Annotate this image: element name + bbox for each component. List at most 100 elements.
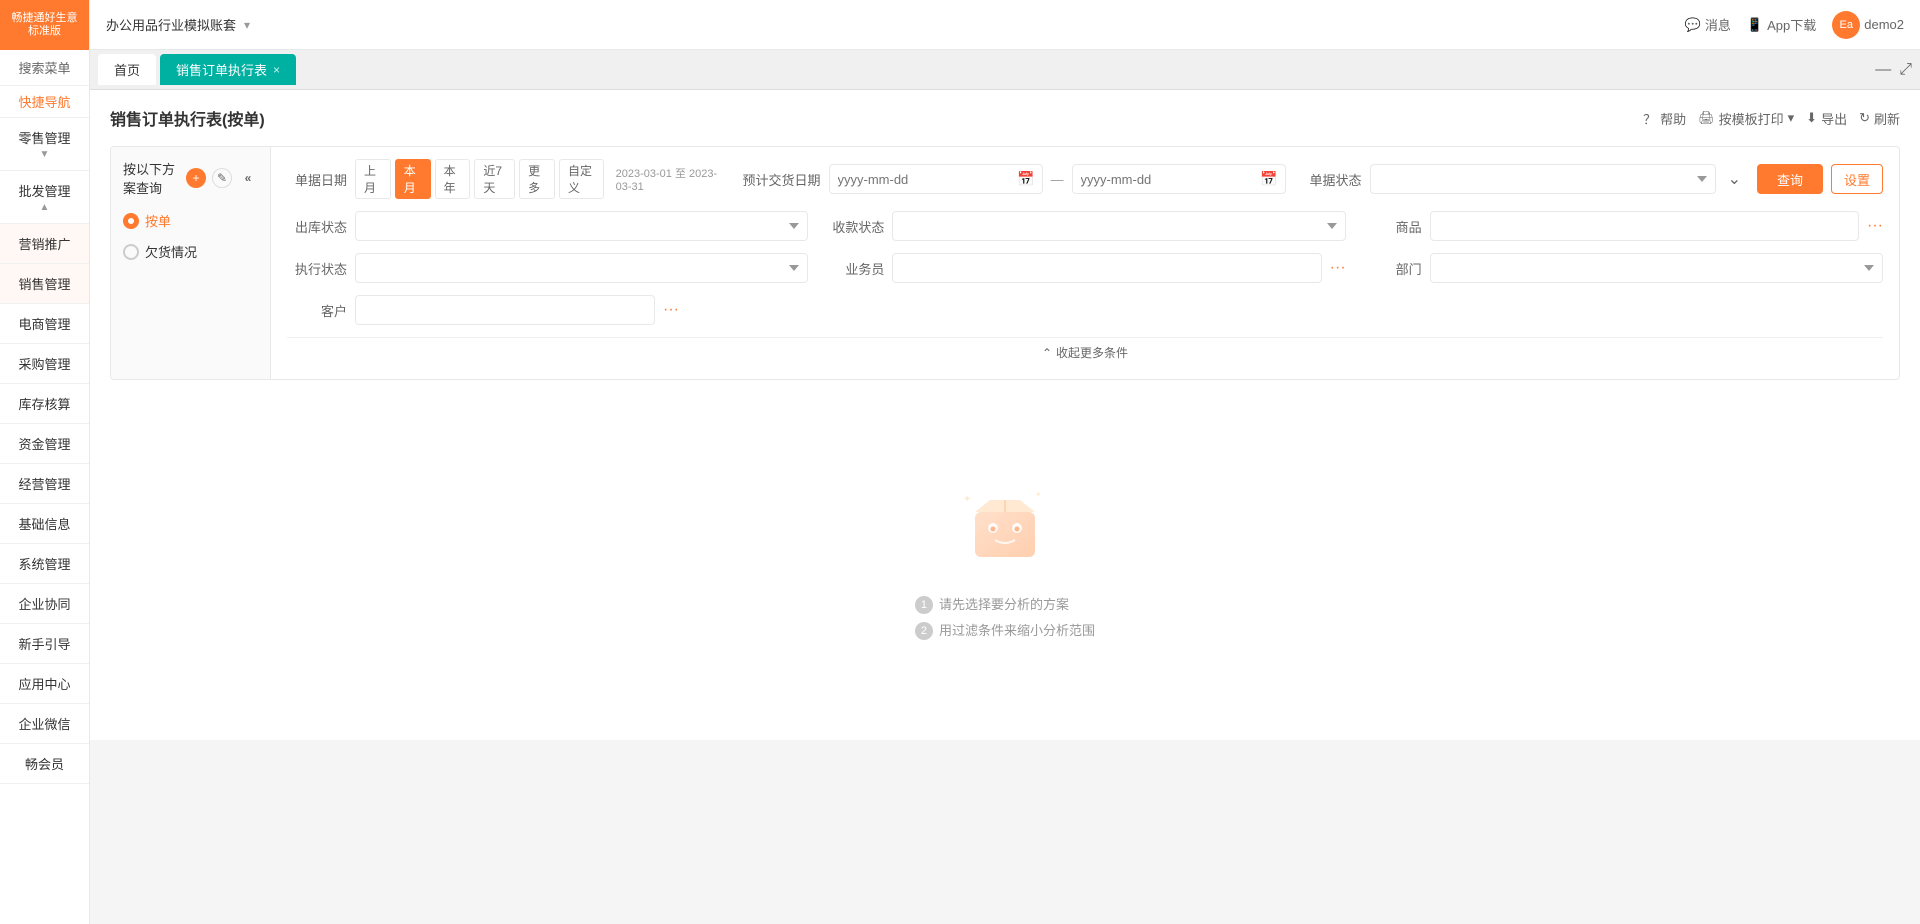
sidebar-item-operation[interactable]: 经营管理 <box>0 464 89 504</box>
date-tag-7days[interactable]: 近7天 <box>474 159 515 199</box>
marketing-label: 营销推广 <box>18 234 70 253</box>
order-status-chevron-icon[interactable]: ⌄ <box>1728 169 1741 189</box>
filter-sidebar-title: 按以下方案查询 <box>123 159 186 197</box>
retail-label: 零售管理 <box>18 128 70 147</box>
filter-collapse-icon[interactable]: « <box>238 168 258 188</box>
order-status-label: 单据状态 <box>1302 170 1362 189</box>
sidebar-item-system[interactable]: 系统管理 <box>0 544 89 584</box>
filter-item-single[interactable]: 按单 <box>111 205 270 236</box>
empty-tip-1-text: 请先选择要分析的方案 <box>939 592 1069 618</box>
breadcrumb-dropdown-icon[interactable]: ▾ <box>244 18 250 32</box>
sidebar-item-newuser[interactable]: 新手引导 <box>0 624 89 664</box>
empty-tip-2-num: 2 <box>915 622 933 640</box>
salesperson-dots-icon[interactable]: ··· <box>1330 259 1346 277</box>
wholesale-label: 批发管理 <box>18 181 70 200</box>
topbar-app-download[interactable]: 📱 App下载 <box>1747 15 1816 34</box>
customer-input[interactable] <box>355 295 655 325</box>
action-export[interactable]: ⬇ 导出 <box>1806 109 1847 128</box>
collapse-bar[interactable]: ⌃ 收起更多条件 <box>287 337 1883 367</box>
basic-label: 基础信息 <box>18 514 70 533</box>
filter-row-1: 单据日期 上月 本月 本年 近7天 更多 自定义 2023-03-01 至 20… <box>287 159 1883 199</box>
dept-select[interactable] <box>1430 253 1883 283</box>
filter-item-single-label: 按单 <box>145 211 171 230</box>
date-tag-more[interactable]: 更多 <box>519 159 555 199</box>
sidebar-item-purchase[interactable]: 采购管理 <box>0 344 89 384</box>
filter-item-shortage[interactable]: 欠货情况 <box>111 236 270 267</box>
sidebar-item-search[interactable]: 搜索菜单 <box>0 50 89 86</box>
filter-item-shortage-label: 欠货情况 <box>145 242 197 261</box>
sidebar: 畅捷通好生意 标准版 搜索菜单 快捷导航 零售管理 ▼ 批发管理 ▲ 营销推广 … <box>0 0 90 924</box>
action-refresh[interactable]: ↻ 刷新 <box>1859 109 1900 128</box>
order-status-select[interactable] <box>1370 164 1716 194</box>
date-end-input[interactable] <box>1072 164 1286 194</box>
collapse-chevron-icon: ⌃ <box>1042 346 1052 360</box>
date-tag-custom[interactable]: 自定义 <box>559 159 604 199</box>
setting-button[interactable]: 设置 <box>1831 164 1883 194</box>
collapse-icon: « <box>245 171 252 185</box>
collapse-bar-text: ⌃ 收起更多条件 <box>287 344 1883 361</box>
date-tag-group: 上月 本月 本年 近7天 更多 自定义 <box>355 159 604 199</box>
refresh-label: 刷新 <box>1874 109 1900 128</box>
page-inner: 销售订单执行表(按单) ？ 帮助 🖨 按模板打印 ▾ ⬇ 导出 <box>90 90 1920 740</box>
action-help[interactable]: ？ 帮助 <box>1643 109 1686 128</box>
salesperson-input[interactable] <box>892 253 1321 283</box>
customer-dots-icon[interactable]: ··· <box>663 301 679 319</box>
sidebar-item-marketing[interactable]: 营销推广 <box>0 224 89 264</box>
filter-add-icon[interactable]: + <box>186 168 206 188</box>
svg-text:✦: ✦ <box>1035 490 1042 499</box>
avatar: Ea <box>1832 11 1860 39</box>
empty-tip-2-text: 用过滤条件来缩小分析范围 <box>939 618 1095 644</box>
filter-row-4: 客户 ··· <box>287 295 1883 325</box>
date-start-wrapper: 📅 <box>829 164 1043 194</box>
newuser-label: 新手引导 <box>18 634 70 653</box>
sidebar-item-wholesale[interactable]: 批发管理 ▲ <box>0 171 89 224</box>
query-button[interactable]: 查询 <box>1757 164 1823 194</box>
sidebar-item-ecommerce[interactable]: 电商管理 <box>0 304 89 344</box>
topbar-message[interactable]: 💬 消息 <box>1685 15 1731 34</box>
payment-status-select[interactable] <box>892 211 1345 241</box>
tab-home[interactable]: 首页 <box>98 54 156 85</box>
filter-row-3: 执行状态 业务员 ··· 部门 <box>287 253 1883 283</box>
page-content: 销售订单执行表(按单) ？ 帮助 🖨 按模板打印 ▾ ⬇ 导出 <box>90 90 1920 924</box>
sidebar-item-corpwechat[interactable]: 企业微信 <box>0 704 89 744</box>
topbar-user[interactable]: Ea demo2 <box>1832 11 1904 39</box>
delivery-status-select[interactable] <box>355 211 808 241</box>
message-label: 消息 <box>1705 15 1731 34</box>
sidebar-item-quicknav[interactable]: 快捷导航 <box>0 86 89 118</box>
help-label: 帮助 <box>1660 109 1686 128</box>
sidebar-item-sales[interactable]: 销售管理 <box>0 264 89 304</box>
sidebar-item-inventory[interactable]: 库存核算 <box>0 384 89 424</box>
date-tag-lastmonth[interactable]: 上月 <box>355 159 391 199</box>
tab-sales-order[interactable]: 销售订单执行表 × <box>160 54 296 85</box>
breadcrumb: 办公用品行业模拟账套 <box>106 15 236 34</box>
filter-sidebar-header: 按以下方案查询 + ✎ « <box>111 159 270 205</box>
sidebar-item-retail[interactable]: 零售管理 ▼ <box>0 118 89 171</box>
date-tag-thisyear[interactable]: 本年 <box>435 159 471 199</box>
wholesale-arrow-icon: ▲ <box>40 202 50 213</box>
appcenter-label: 应用中心 <box>18 674 70 693</box>
tab-maximize-icon[interactable]: ⤢ <box>1899 61 1912 79</box>
tab-minimize-icon[interactable]: — <box>1875 61 1891 79</box>
tab-expand-area: — ⤢ <box>1875 61 1912 79</box>
main-area: 办公用品行业模拟账套 ▾ 💬 消息 📱 App下载 Ea demo2 首页 <box>90 0 1920 924</box>
sidebar-item-vip[interactable]: 畅会员 <box>0 744 89 784</box>
product-input[interactable] <box>1430 211 1859 241</box>
print-dropdown-icon[interactable]: ▾ <box>1788 110 1795 126</box>
date-tag-thismonth[interactable]: 本月 <box>395 159 431 199</box>
sidebar-item-appcenter[interactable]: 应用中心 <box>0 664 89 704</box>
sidebar-item-basic[interactable]: 基础信息 <box>0 504 89 544</box>
product-dots-icon[interactable]: ··· <box>1867 217 1883 235</box>
filter-field-dept: 部门 <box>1362 253 1883 283</box>
sidebar-item-enterprise[interactable]: 企业协同 <box>0 584 89 624</box>
tab-close-icon[interactable]: × <box>273 63 280 77</box>
finance-label: 资金管理 <box>18 434 70 453</box>
action-print[interactable]: 🖨 按模板打印 ▾ <box>1698 109 1794 128</box>
delivery-status-label: 出库状态 <box>287 217 347 236</box>
filter-field-date: 单据日期 上月 本月 本年 近7天 更多 自定义 2023-03-01 至 20… <box>287 159 726 199</box>
sidebar-item-finance[interactable]: 资金管理 <box>0 424 89 464</box>
expected-date-label: 预计交货日期 <box>742 170 820 189</box>
filter-edit-icon[interactable]: ✎ <box>212 168 232 188</box>
date-start-input[interactable] <box>829 164 1043 194</box>
empty-icon: ✦ ✦ ✦ <box>955 472 1055 572</box>
exec-status-select[interactable] <box>355 253 808 283</box>
